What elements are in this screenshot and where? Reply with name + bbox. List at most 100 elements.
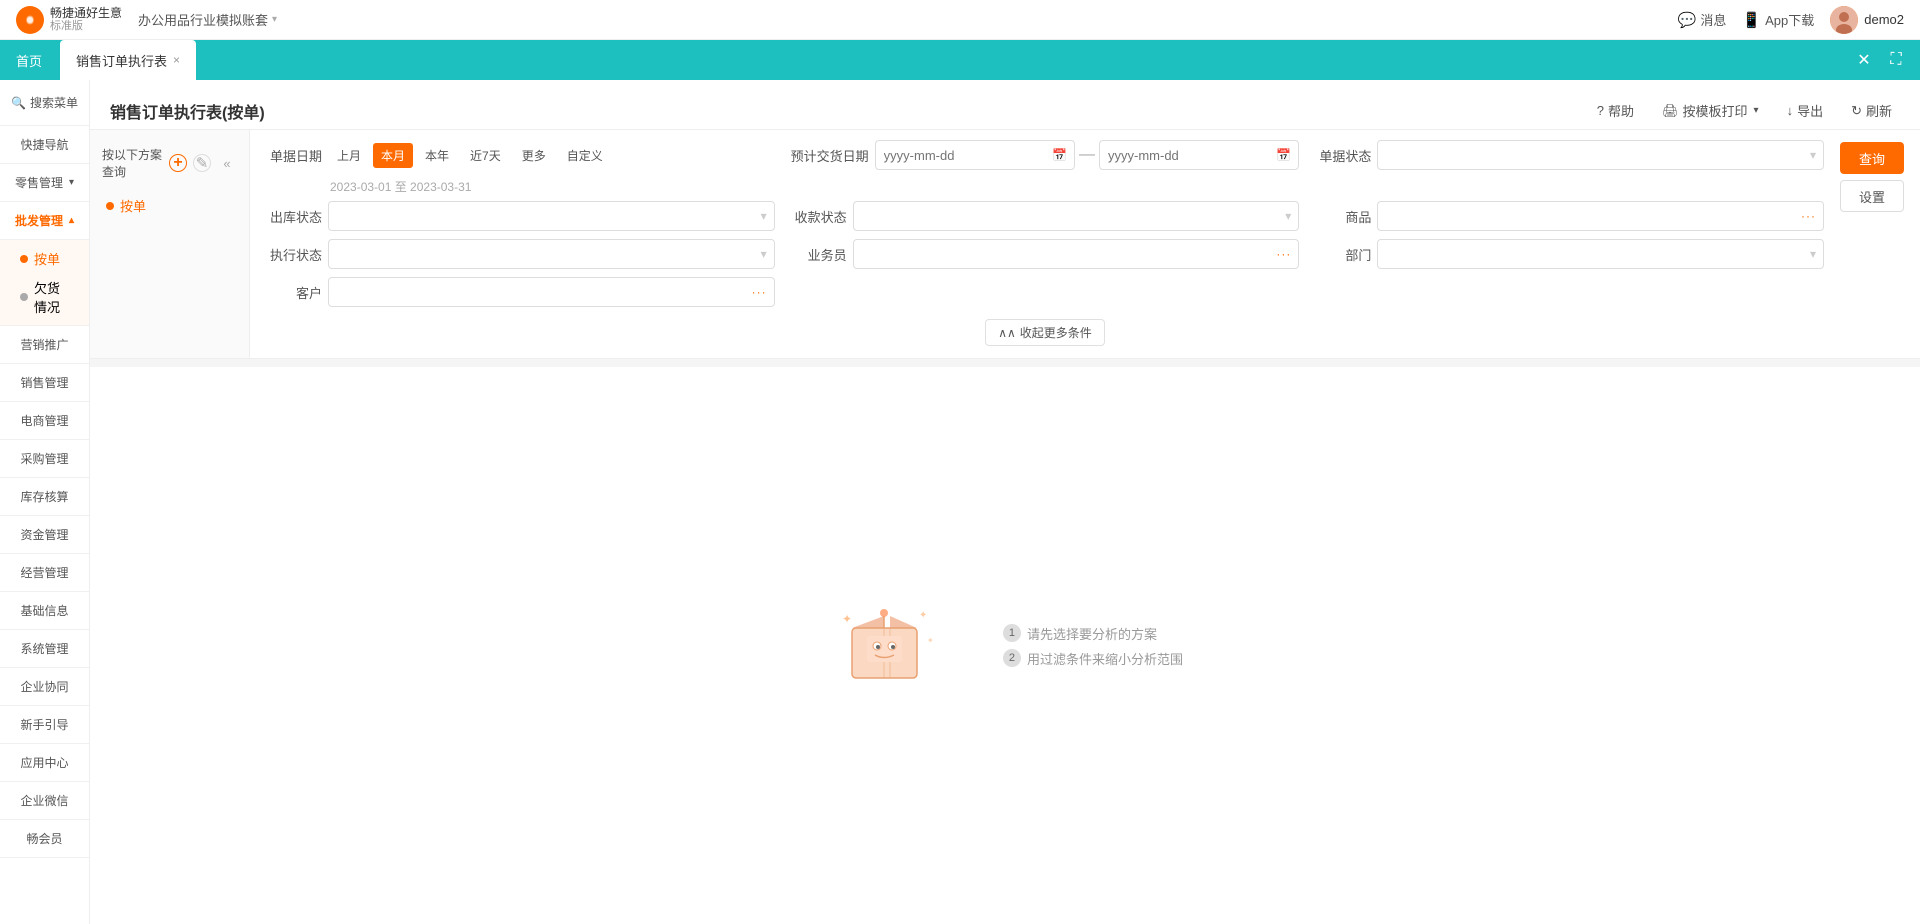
page-area: 销售订单执行表(按单) ? 帮助 🖨 按模板打印 ▾ ↓ 导出 ↻ 刷新 <box>90 80 1920 924</box>
header-left: 畅捷通好生意 标准版 办公用品行业模拟账套 ▾ <box>16 6 285 34</box>
user-area[interactable]: demo2 <box>1830 6 1904 34</box>
out-status-select[interactable] <box>328 201 775 231</box>
date-btn-custom[interactable]: 自定义 <box>558 143 612 168</box>
print-btn[interactable]: 🖨 按模板打印 ▾ <box>1654 97 1767 124</box>
app-download-action[interactable]: 📱 App下载 <box>1742 10 1814 29</box>
newbie-label: 新手引导 <box>20 716 68 733</box>
expected-date-from-input[interactable] <box>875 140 1075 170</box>
tab-sales-order[interactable]: 销售订单执行表 × <box>60 40 196 80</box>
filter-scheme-header: 按以下方案查询 + ✎ « <box>90 142 249 188</box>
salesperson-input[interactable] <box>853 239 1300 269</box>
filter-scheme-sidebar: 按以下方案查询 + ✎ « 按单 <box>90 130 250 358</box>
sidebar-operation-section: 经营管理 <box>0 554 89 592</box>
exec-status-label: 执行状态 <box>266 245 322 264</box>
help-icon: ? <box>1597 103 1604 118</box>
logo-area: 畅捷通好生意 标准版 <box>16 6 122 34</box>
sidebar-item-inventory[interactable]: 库存核算 <box>0 478 89 515</box>
date-btn-more[interactable]: 更多 <box>513 143 555 168</box>
ecommerce-label: 电商管理 <box>20 412 68 429</box>
sidebar-item-apps[interactable]: 应用中心 <box>0 744 89 781</box>
apps-label: 应用中心 <box>20 754 68 771</box>
exec-status-select[interactable] <box>328 239 775 269</box>
collection-status-select[interactable] <box>853 201 1300 231</box>
tab-home-label: 首页 <box>16 51 42 70</box>
expected-date-range: 📅 — 📅 <box>875 140 1300 170</box>
refresh-btn[interactable]: ↻ 刷新 <box>1843 97 1900 124</box>
sidebar-item-operation[interactable]: 经营管理 <box>0 554 89 591</box>
quick-nav-section: 快捷导航 <box>0 126 89 164</box>
sidebar-item-quick-nav[interactable]: 快捷导航 <box>0 126 89 163</box>
date-btn-last-month[interactable]: 上月 <box>328 143 370 168</box>
tab-home[interactable]: 首页 <box>0 40 58 80</box>
sidebar-item-ecommerce[interactable]: 电商管理 <box>0 402 89 439</box>
product-input[interactable] <box>1377 201 1824 231</box>
logo-text: 畅捷通好生意 标准版 <box>50 6 122 34</box>
empty-tips: 1 请先选择要分析的方案 2 用过滤条件来缩小分析范围 <box>1003 624 1183 668</box>
sidebar-sub-item-debt[interactable]: 欠货情况 <box>12 273 77 321</box>
header-right: 💬 消息 📱 App下载 demo2 <box>1678 6 1904 34</box>
collapse-btn[interactable]: ∧∧ 收起更多条件 <box>985 319 1105 346</box>
sidebar-item-finance[interactable]: 资金管理 <box>0 516 89 553</box>
date-range-text-row: 2023-03-01 至 2023-03-31 <box>266 178 1824 195</box>
sidebar-item-retail[interactable]: 零售管理 ▾ <box>0 164 89 201</box>
date-btn-this-month[interactable]: 本月 <box>373 143 413 168</box>
department-wrap: ▾ <box>1377 239 1824 269</box>
tab-bar: 首页 销售订单执行表 × ✕ ⛶ <box>0 40 1920 80</box>
page-actions: ? 帮助 🖨 按模板打印 ▾ ↓ 导出 ↻ 刷新 <box>1589 97 1900 124</box>
sidebar-item-enterprise[interactable]: 企业协同 <box>0 668 89 705</box>
sub-item-debt-dot <box>20 293 28 301</box>
empty-tip-2: 2 用过滤条件来缩小分析范围 <box>1003 649 1183 668</box>
single-date-label: 单据日期 <box>266 146 322 165</box>
wholesale-label: 批发管理 <box>15 212 63 229</box>
department-cell: 部门 ▾ <box>1315 239 1824 269</box>
svg-text:✦: ✦ <box>842 612 852 626</box>
user-name: demo2 <box>1864 12 1904 27</box>
tab-close-btn[interactable]: ✕ <box>1852 48 1876 72</box>
sidebar-item-member[interactable]: 畅会员 <box>0 820 89 857</box>
sidebar-sub-item-order[interactable]: 按单 <box>12 244 77 273</box>
date-btn-this-year[interactable]: 本年 <box>416 143 458 168</box>
product-cell: 商品 ··· <box>1315 201 1824 231</box>
export-btn[interactable]: ↓ 导出 <box>1779 97 1832 124</box>
message-action[interactable]: 💬 消息 <box>1678 10 1727 29</box>
sidebar-item-purchase[interactable]: 采购管理 <box>0 440 89 477</box>
doc-status-cell: 单据状态 ▾ <box>1315 140 1824 170</box>
member-label: 畅会员 <box>26 830 62 847</box>
sidebar-inventory-section: 库存核算 <box>0 478 89 516</box>
sidebar-item-basic[interactable]: 基础信息 <box>0 592 89 629</box>
filter-row-3: 执行状态 ▾ 业务员 ··· <box>266 239 1824 269</box>
sidebar-item-wholesale[interactable]: 批发管理 ▴ <box>0 202 89 239</box>
sidebar-retail-section: 零售管理 ▾ <box>0 164 89 202</box>
department-select[interactable] <box>1377 239 1824 269</box>
date-btn-7days[interactable]: 近7天 <box>461 143 510 168</box>
help-btn[interactable]: ? 帮助 <box>1589 97 1642 124</box>
company-selector[interactable]: 办公用品行业模拟账套 ▾ <box>130 6 285 33</box>
query-btn[interactable]: 查询 <box>1840 142 1904 174</box>
scheme-actions: + ✎ « <box>169 153 237 173</box>
sidebar-item-wechat[interactable]: 企业微信 <box>0 782 89 819</box>
customer-input[interactable] <box>328 277 775 307</box>
scheme-item-order[interactable]: 按单 <box>90 188 249 223</box>
tab-expand-btn[interactable]: ⛶ <box>1884 48 1908 72</box>
doc-status-select[interactable] <box>1377 140 1824 170</box>
date-separator: — <box>1079 146 1095 164</box>
retail-arrow-icon: ▾ <box>69 177 74 188</box>
edit-scheme-btn[interactable]: ✎ <box>193 154 211 172</box>
expected-date-to-input[interactable] <box>1099 140 1299 170</box>
query-actions: 查询 设置 <box>1840 130 1920 358</box>
collection-status-cell: 收款状态 ▾ <box>791 201 1300 231</box>
sidebar-item-newbie[interactable]: 新手引导 <box>0 706 89 743</box>
sidebar-item-sales[interactable]: 销售管理 <box>0 364 89 401</box>
sidebar-item-marketing[interactable]: 营销推广 <box>0 326 89 363</box>
operation-label: 经营管理 <box>20 564 68 581</box>
department-label: 部门 <box>1315 245 1371 264</box>
marketing-label: 营销推广 <box>20 336 68 353</box>
help-label: 帮助 <box>1608 101 1634 120</box>
tab-close-icon[interactable]: × <box>173 53 180 67</box>
search-menu-btn[interactable]: 🔍 搜索菜单 <box>8 88 81 117</box>
collapse-scheme-btn[interactable]: « <box>217 153 237 173</box>
sidebar-newbie-section: 新手引导 <box>0 706 89 744</box>
add-scheme-btn[interactable]: + <box>169 154 187 172</box>
setting-btn[interactable]: 设置 <box>1840 180 1904 212</box>
sidebar-item-system[interactable]: 系统管理 <box>0 630 89 667</box>
